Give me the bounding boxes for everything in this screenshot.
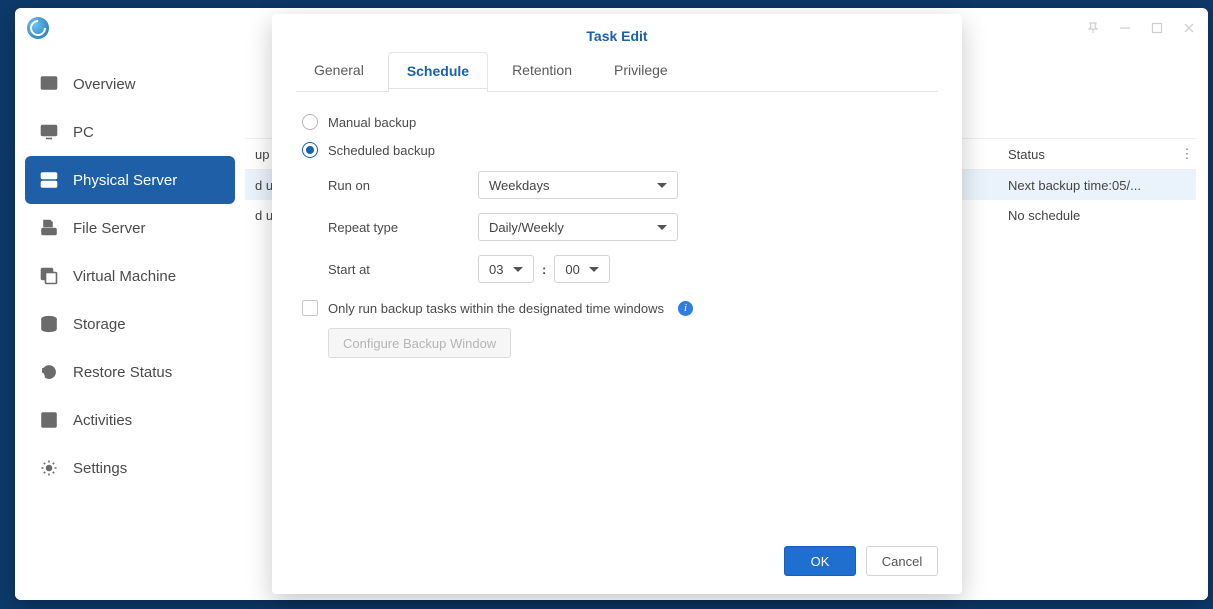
- start-hour-select[interactable]: 03: [478, 255, 534, 283]
- sidebar-item-label: Overview: [73, 76, 136, 93]
- sidebar-item-pc[interactable]: PC: [25, 108, 235, 156]
- chevron-down-icon: [657, 183, 667, 188]
- cancel-button[interactable]: Cancel: [866, 546, 938, 576]
- sidebar: Overview PC Physical Server File Server: [15, 48, 245, 600]
- sidebar-item-file-server[interactable]: File Server: [25, 204, 235, 252]
- time-separator: :: [534, 262, 554, 277]
- sidebar-item-virtual-machine[interactable]: Virtual Machine: [25, 252, 235, 300]
- checkbox-icon: [302, 300, 318, 316]
- file-server-icon: [39, 218, 59, 238]
- field-label: Start at: [328, 262, 478, 277]
- sidebar-item-storage[interactable]: Storage: [25, 300, 235, 348]
- minimize-icon[interactable]: [1118, 21, 1132, 35]
- select-value: Daily/Weekly: [489, 220, 564, 235]
- pin-icon[interactable]: [1086, 21, 1100, 35]
- table-cell-status: Next backup time:05/...: [998, 178, 1178, 193]
- gear-icon: [39, 458, 59, 478]
- storage-icon: [39, 314, 59, 334]
- checkbox-label: Only run backup tasks within the designa…: [328, 301, 664, 316]
- radio-manual-backup[interactable]: Manual backup: [302, 108, 932, 136]
- sidebar-item-label: Storage: [73, 316, 126, 333]
- select-value: 00: [565, 262, 579, 277]
- server-icon: [39, 170, 59, 190]
- sidebar-item-label: PC: [73, 124, 94, 141]
- chevron-down-icon: [513, 267, 523, 272]
- modal-tabs: General Schedule Retention Privilege: [296, 52, 938, 92]
- chevron-down-icon: [589, 267, 599, 272]
- backup-window-checkbox-row[interactable]: Only run backup tasks within the designa…: [302, 290, 932, 326]
- field-label: Repeat type: [328, 220, 478, 235]
- restore-icon: [39, 362, 59, 382]
- tab-retention[interactable]: Retention: [494, 52, 590, 91]
- overview-icon: [39, 74, 59, 94]
- field-start-at: Start at 03 : 00: [328, 248, 932, 290]
- sidebar-item-label: Activities: [73, 412, 132, 429]
- sidebar-item-activities[interactable]: Activities: [25, 396, 235, 444]
- field-repeat-type: Repeat type Daily/Weekly: [328, 206, 932, 248]
- modal-footer: OK Cancel: [296, 534, 938, 576]
- radio-label: Manual backup: [328, 115, 416, 130]
- sidebar-item-label: File Server: [73, 220, 146, 237]
- radio-icon: [302, 142, 318, 158]
- pc-icon: [39, 122, 59, 142]
- radio-icon: [302, 114, 318, 130]
- sidebar-item-label: Physical Server: [73, 172, 177, 189]
- select-value: 03: [489, 262, 503, 277]
- sidebar-item-overview[interactable]: Overview: [25, 60, 235, 108]
- start-minute-select[interactable]: 00: [554, 255, 610, 283]
- table-cell-status: No schedule: [998, 208, 1178, 223]
- tab-schedule[interactable]: Schedule: [388, 52, 488, 91]
- chevron-down-icon: [657, 225, 667, 230]
- tab-general[interactable]: General: [296, 52, 382, 91]
- maximize-icon[interactable]: [1150, 21, 1164, 35]
- task-edit-modal: Task Edit General Schedule Retention Pri…: [272, 14, 962, 594]
- sidebar-item-label: Settings: [73, 460, 127, 477]
- sidebar-item-label: Restore Status: [73, 364, 172, 381]
- sidebar-item-settings[interactable]: Settings: [25, 444, 235, 492]
- modal-title: Task Edit: [296, 14, 938, 52]
- close-icon[interactable]: [1182, 21, 1196, 35]
- sidebar-item-restore-status[interactable]: Restore Status: [25, 348, 235, 396]
- window-controls: [1086, 21, 1196, 35]
- run-on-select[interactable]: Weekdays: [478, 171, 678, 199]
- info-icon[interactable]: i: [678, 301, 693, 316]
- app-logo-icon: [27, 17, 49, 39]
- radio-label: Scheduled backup: [328, 143, 435, 158]
- vm-icon: [39, 266, 59, 286]
- activities-icon: [39, 410, 59, 430]
- repeat-type-select[interactable]: Daily/Weekly: [478, 213, 678, 241]
- field-run-on: Run on Weekdays: [328, 164, 932, 206]
- field-label: Run on: [328, 178, 478, 193]
- schedule-form: Manual backup Scheduled backup Run on We…: [296, 92, 938, 358]
- ok-button[interactable]: OK: [784, 546, 856, 576]
- tab-privilege[interactable]: Privilege: [596, 52, 686, 91]
- configure-backup-window-button: Configure Backup Window: [328, 328, 511, 358]
- table-header-status[interactable]: Status: [998, 147, 1178, 162]
- radio-scheduled-backup[interactable]: Scheduled backup: [302, 136, 932, 164]
- sidebar-item-label: Virtual Machine: [73, 268, 176, 285]
- sidebar-item-physical-server[interactable]: Physical Server: [25, 156, 235, 204]
- select-value: Weekdays: [489, 178, 549, 193]
- kebab-icon[interactable]: ⋮: [1178, 146, 1196, 162]
